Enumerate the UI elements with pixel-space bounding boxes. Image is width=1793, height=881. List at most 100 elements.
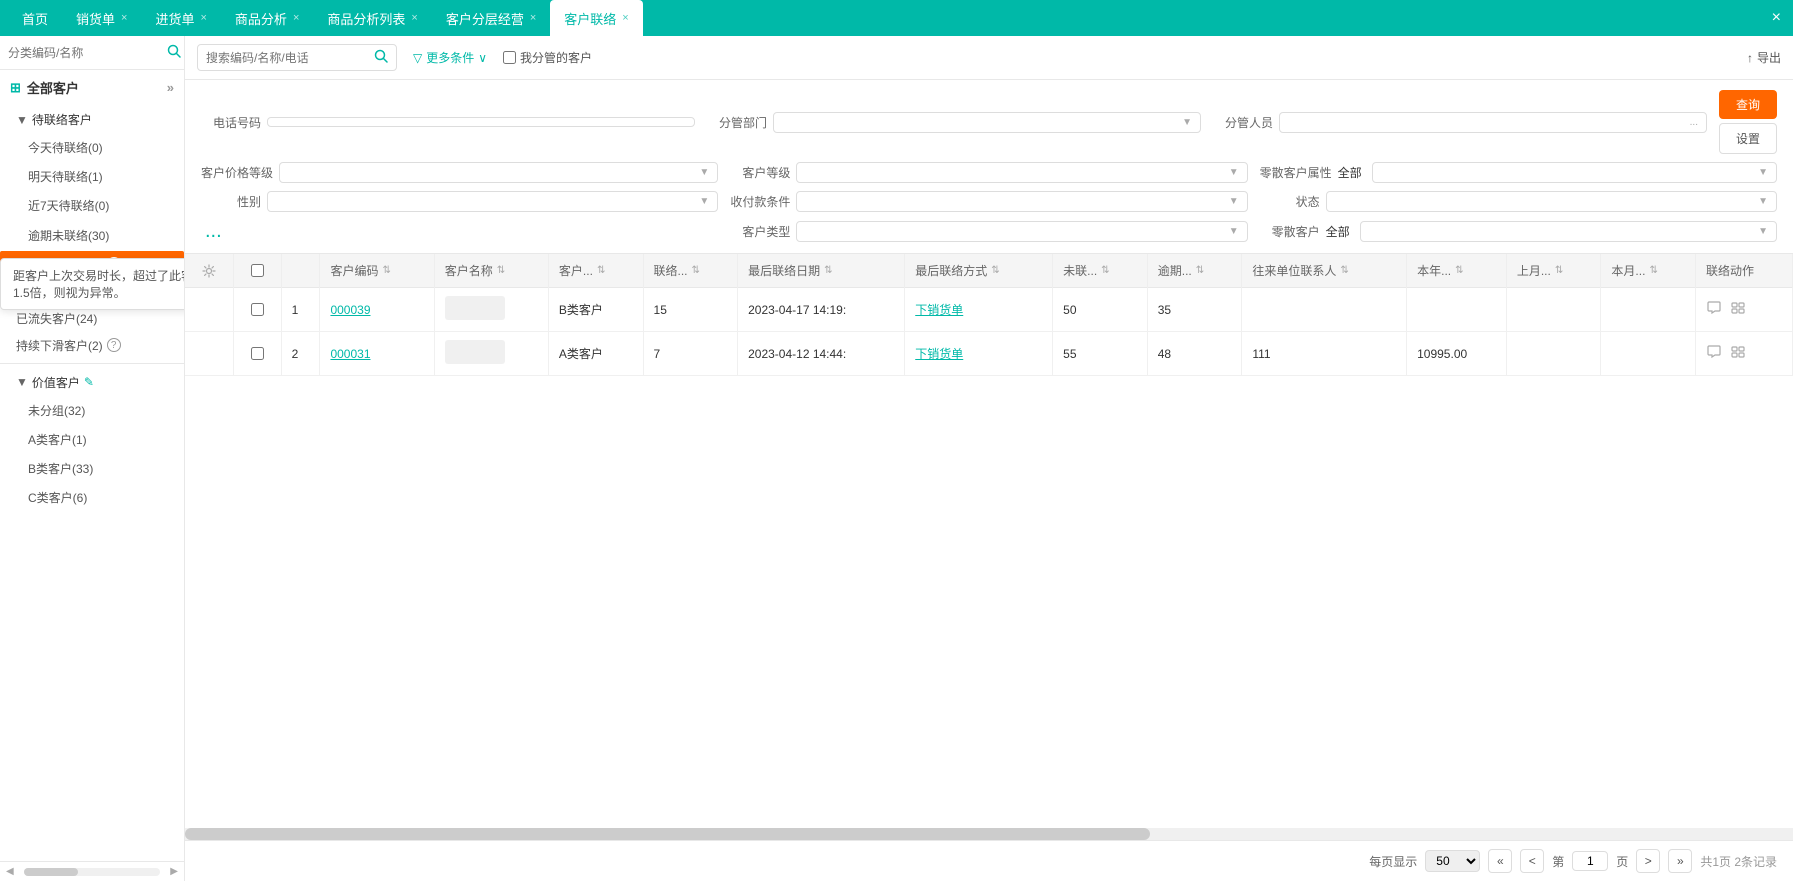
col-name[interactable]: 客户名称 ⇅ bbox=[434, 254, 548, 288]
row1-name[interactable] bbox=[434, 288, 548, 332]
row1-checkbox[interactable] bbox=[233, 288, 281, 332]
col-class[interactable]: 客户... ⇅ bbox=[548, 254, 643, 288]
nav-customer-contact[interactable]: 客户联络 × bbox=[550, 0, 642, 36]
per-page-select[interactable]: 50 20 100 bbox=[1425, 850, 1480, 872]
retail-attr-select[interactable]: ▼ bbox=[1372, 162, 1777, 183]
row2-code[interactable]: 000031 bbox=[320, 332, 434, 376]
row1-chat-icon[interactable] bbox=[1706, 300, 1722, 319]
retail-customer-select[interactable]: ▼ bbox=[1360, 221, 1777, 242]
sort-overdue-icon: ⇅ bbox=[1196, 265, 1204, 276]
nav-customer-segmentation[interactable]: 客户分层经营 × bbox=[432, 0, 550, 36]
search-input[interactable] bbox=[206, 51, 374, 65]
sidebar-item-today-pending[interactable]: 今天待联络(0) bbox=[0, 134, 184, 163]
sidebar-value-customer-header[interactable]: ▼ 价值客户 ✎ bbox=[0, 368, 184, 397]
col-last-date[interactable]: 最后联络日期 ⇅ bbox=[738, 254, 905, 288]
phone-field-input[interactable] bbox=[267, 117, 695, 127]
edit-value-icon[interactable]: ✎ bbox=[84, 375, 94, 389]
col-overdue[interactable]: 逾期... ⇅ bbox=[1147, 254, 1242, 288]
sidebar-item-class-c[interactable]: C类客户(6) bbox=[0, 484, 184, 513]
sidebar-item-overdue-pending[interactable]: 逾期未联络(30) bbox=[0, 222, 184, 251]
row1-not-contact: 50 bbox=[1053, 288, 1148, 332]
filter-retail-customer: 零散客户 全部 ▼ bbox=[1260, 221, 1777, 242]
nav-close-product-analysis[interactable]: × bbox=[293, 12, 299, 24]
row2-select-checkbox[interactable] bbox=[251, 347, 264, 360]
nav-close-sales-order[interactable]: × bbox=[121, 12, 127, 24]
nav-close-customer-contact[interactable]: × bbox=[622, 12, 628, 24]
col-code[interactable]: 客户编码 ⇅ bbox=[320, 254, 434, 288]
sidebar-all-customers-header[interactable]: ⊞ 全部客户 » bbox=[0, 70, 184, 105]
customer-level-select[interactable]: ▼ bbox=[796, 162, 1247, 183]
col-contact-count[interactable]: 联络... ⇅ bbox=[643, 254, 738, 288]
nav-close-customer-segmentation[interactable]: × bbox=[530, 12, 536, 24]
sidebar-item-class-a[interactable]: A类客户(1) bbox=[0, 426, 184, 455]
next-page-btn[interactable]: > bbox=[1636, 849, 1660, 873]
nav-home[interactable]: 首页 bbox=[8, 0, 62, 36]
customer-type-select[interactable]: ▼ bbox=[796, 221, 1247, 242]
my-customer-checkbox[interactable] bbox=[503, 51, 516, 64]
settings-button[interactable]: 设置 bbox=[1719, 123, 1777, 154]
first-page-btn[interactable]: « bbox=[1488, 849, 1512, 873]
row1-actions bbox=[1696, 288, 1793, 332]
row1-last-method[interactable]: 下销货单 bbox=[905, 288, 1053, 332]
prev-page-btn[interactable]: < bbox=[1520, 849, 1544, 873]
row2-checkbox[interactable] bbox=[233, 332, 281, 376]
row2-class: A类客户 bbox=[548, 332, 643, 376]
branch-dept-select[interactable]: ▼ bbox=[773, 112, 1201, 133]
col-this-year[interactable]: 本年... ⇅ bbox=[1407, 254, 1507, 288]
nav-purchase-order[interactable]: 进货单 × bbox=[141, 0, 220, 36]
last-page-btn[interactable]: » bbox=[1668, 849, 1692, 873]
repurchase-tooltip: 距客户上次交易时长，超过了此客户的平均交易周期的1.5倍，则视为异常。 bbox=[0, 258, 185, 310]
sort-contact-icon: ⇅ bbox=[692, 265, 700, 276]
col-last-method[interactable]: 最后联络方式 ⇅ bbox=[905, 254, 1053, 288]
select-all-checkbox[interactable] bbox=[251, 264, 264, 277]
row2-more-icon[interactable] bbox=[1730, 344, 1746, 363]
horizontal-scrollbar[interactable] bbox=[185, 828, 1793, 840]
info-icon-down: ? bbox=[107, 338, 121, 352]
status-select[interactable]: ▼ bbox=[1326, 191, 1777, 212]
sidebar-scroll-right[interactable]: ▶ bbox=[164, 866, 184, 877]
scrollbar-thumb[interactable] bbox=[185, 828, 1150, 840]
sidebar-scroll-left[interactable]: ◀ bbox=[0, 866, 20, 877]
row1-code[interactable]: 000039 bbox=[320, 288, 434, 332]
sidebar-item-7days-pending[interactable]: 近7天待联络(0) bbox=[0, 192, 184, 221]
nav-close-product-analysis-list[interactable]: × bbox=[411, 12, 417, 24]
row1-select-checkbox[interactable] bbox=[251, 303, 264, 316]
sidebar-item-tomorrow-pending[interactable]: 明天待联络(1) bbox=[0, 163, 184, 192]
nav-close-purchase-order[interactable]: × bbox=[200, 12, 206, 24]
col-checkbox[interactable] bbox=[233, 254, 281, 288]
close-all-tabs[interactable]: × bbox=[1772, 9, 1781, 27]
branch-person-select[interactable]: ... bbox=[1279, 112, 1707, 133]
row2-chat-icon[interactable] bbox=[1706, 344, 1722, 363]
sidebar-search-icon[interactable] bbox=[167, 44, 181, 61]
price-level-select[interactable]: ▼ bbox=[279, 162, 718, 183]
row2-last-method[interactable]: 下销货单 bbox=[905, 332, 1053, 376]
filter-status: 状态 ▼ bbox=[1260, 191, 1777, 212]
row2-name[interactable] bbox=[434, 332, 548, 376]
col-unit-contact[interactable]: 往来单位联系人 ⇅ bbox=[1242, 254, 1407, 288]
gender-select[interactable]: ▼ bbox=[267, 191, 718, 212]
page-number-input[interactable] bbox=[1572, 851, 1608, 871]
sidebar-item-continuous-down[interactable]: 持续下滑客户(2) ? bbox=[0, 332, 184, 359]
sidebar-item-ungrouped[interactable]: 未分组(32) bbox=[0, 397, 184, 426]
sidebar-pending-contact-group[interactable]: ▼ 待联络客户 bbox=[0, 105, 184, 134]
row2-unit-contact: 111 bbox=[1242, 332, 1407, 376]
export-button[interactable]: ↑ 导出 bbox=[1747, 49, 1781, 66]
col-not-contact[interactable]: 未联... ⇅ bbox=[1053, 254, 1148, 288]
query-button[interactable]: 查询 bbox=[1719, 90, 1777, 119]
main-layout: ⊞ 全部客户 » ▼ 待联络客户 今天待联络(0) 明天待联络(1) 近7天待联… bbox=[0, 36, 1793, 881]
more-conditions-btn[interactable]: ▽ 更多条件 ∨ bbox=[405, 45, 495, 70]
nav-sales-order[interactable]: 销货单 × bbox=[62, 0, 141, 36]
nav-product-analysis[interactable]: 商品分析 × bbox=[221, 0, 313, 36]
retail-customer-arrow-icon: ▼ bbox=[1758, 226, 1768, 237]
row1-more-icon[interactable] bbox=[1730, 300, 1746, 319]
sidebar-search-input[interactable] bbox=[8, 46, 163, 60]
filter-more-btn[interactable]: ... bbox=[205, 220, 222, 243]
sidebar-collapse-btn[interactable]: » bbox=[167, 80, 174, 95]
sidebar-item-class-b[interactable]: B类客户(33) bbox=[0, 455, 184, 484]
nav-product-analysis-list[interactable]: 商品分析列表 × bbox=[313, 0, 431, 36]
filter-search-icon bbox=[374, 49, 388, 66]
payment-select[interactable]: ▼ bbox=[796, 191, 1247, 212]
col-this-month[interactable]: 本月... ⇅ bbox=[1601, 254, 1696, 288]
col-last-month[interactable]: 上月... ⇅ bbox=[1506, 254, 1601, 288]
my-customer-checkbox-area[interactable]: 我分管的客户 bbox=[503, 49, 592, 66]
